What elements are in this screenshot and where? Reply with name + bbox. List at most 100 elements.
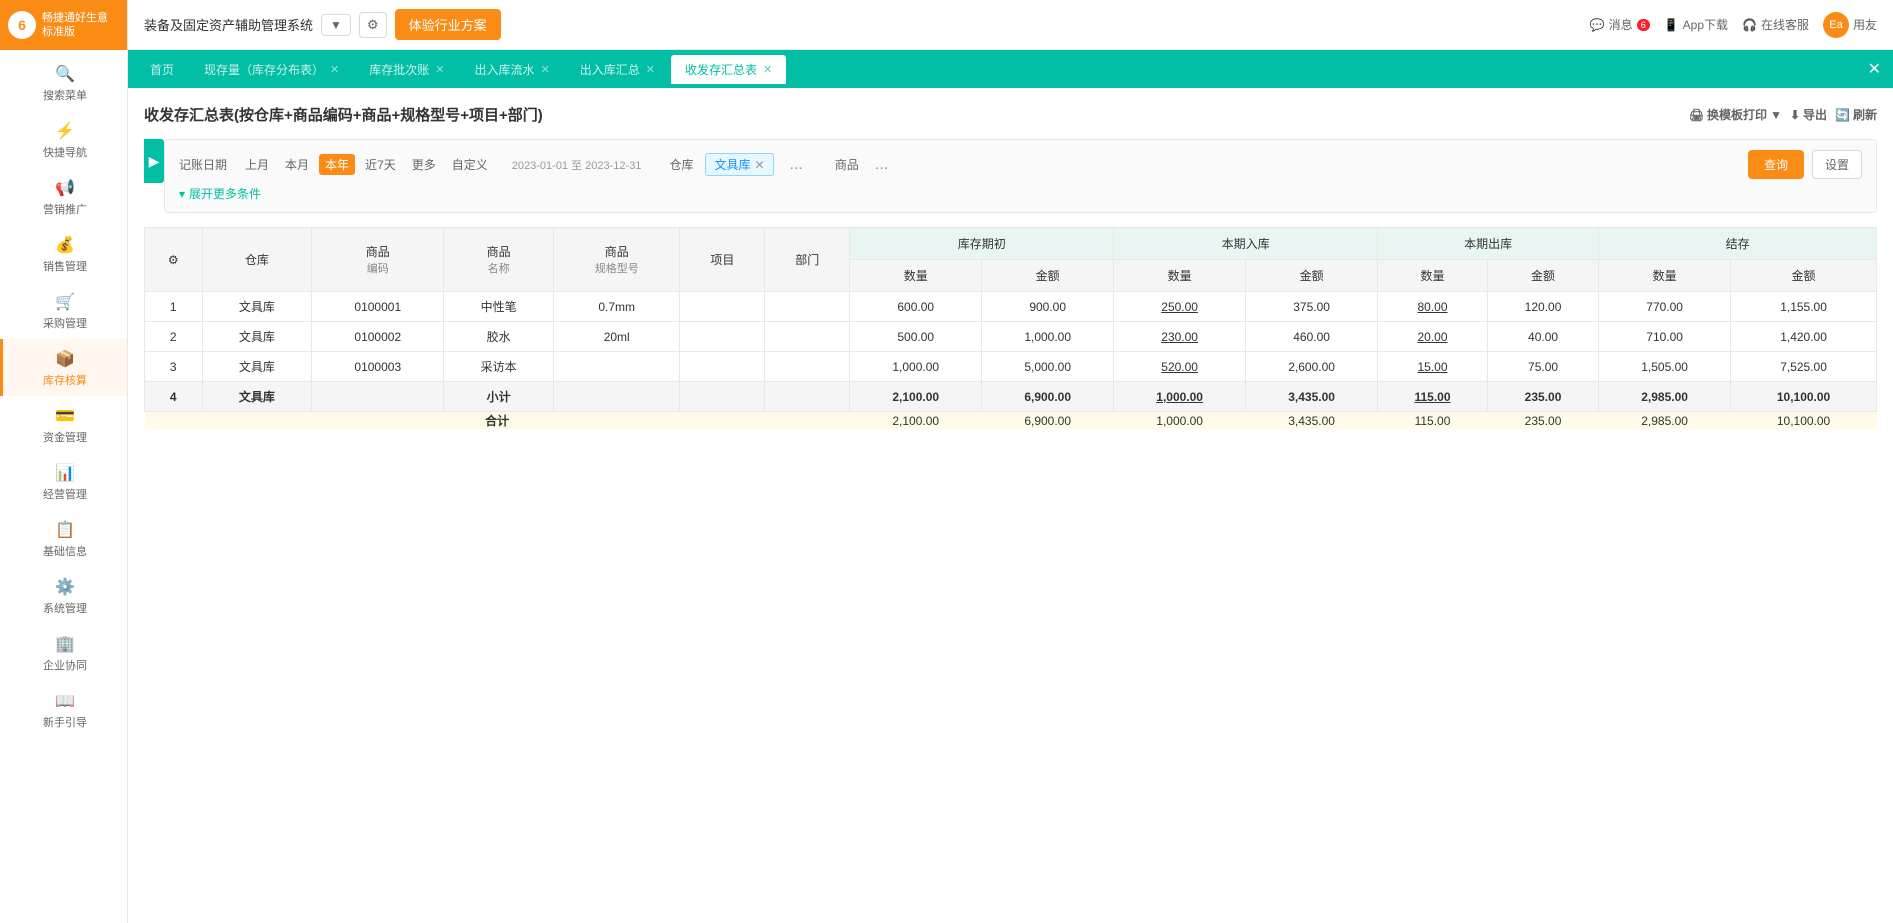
tab-close-icon[interactable]: ✕ [541, 63, 550, 76]
filter-expand-button[interactable]: ▶ [144, 139, 164, 183]
logo-icon: 6 [8, 11, 36, 39]
col-init-amt: 金额 [982, 260, 1114, 292]
tab-close-icon[interactable]: ✕ [330, 63, 339, 76]
cell-init-amt: 6,900.00 [982, 382, 1114, 412]
warehouse-filter-label: 仓库 [669, 156, 693, 173]
col-project: 项目 [680, 228, 765, 292]
footer-out-qty: 115.00 [1378, 412, 1488, 430]
data-table-wrapper: ⚙ 仓库 商品编码 商品名称 商品规格型号 项目 部门 库存期初 本期入库 本期… [144, 227, 1877, 429]
user-label: 用友 [1853, 16, 1877, 33]
warehouse-tag-text: 文具库 [714, 156, 750, 173]
cell-bal-amt: 1,420.00 [1731, 322, 1877, 352]
date-filter-label: 记账日期 [179, 156, 227, 173]
table-body: 1 文具库 0100001 中性笔 0.7mm 600.00 900.00 25… [145, 292, 1877, 412]
online-support-button[interactable]: 🎧 在线客服 [1742, 16, 1809, 33]
warehouse-more-button[interactable]: ... [786, 156, 807, 174]
cell-in-amt: 375.00 [1246, 292, 1378, 322]
sidebar-item-enterprise[interactable]: 🏢 企业协同 [0, 624, 127, 681]
warehouse-tag: 文具库 ✕ [705, 153, 773, 176]
cell-out-qty[interactable]: 15.00 [1378, 352, 1488, 382]
cell-out-amt: 120.00 [1487, 292, 1598, 322]
sidebar-item-label: 系统管理 [43, 600, 87, 616]
cell-out-qty[interactable]: 115.00 [1378, 382, 1488, 412]
expand-more-filters[interactable]: ▾ 展开更多条件 [179, 185, 1862, 202]
system-name: 装备及固定资产辅助管理系统 [144, 15, 313, 34]
search-icon: 🔍 [55, 64, 75, 84]
system-dropdown-button[interactable]: ▼ [321, 14, 351, 36]
footer-out-amt: 235.00 [1487, 412, 1598, 430]
filter-row: 记账日期 上月 本月 本年 近7天 更多 自定义 2023-01-01 至 20… [179, 150, 1862, 179]
goods-filter-label: 商品 [835, 156, 859, 173]
date-btn-this-month[interactable]: 本月 [279, 154, 315, 175]
sidebar-item-marketing[interactable]: 📢 营销推广 [0, 168, 127, 225]
sidebar-item-search[interactable]: 🔍 搜索菜单 [0, 54, 127, 111]
filter-action-buttons: 查询 设置 [1748, 150, 1862, 179]
date-btn-last-month[interactable]: 上月 [239, 154, 275, 175]
tab-bar-close-button[interactable]: ✕ [1864, 55, 1885, 83]
sidebar-item-label: 搜索菜单 [43, 87, 87, 103]
tab-home[interactable]: 首页 [136, 55, 188, 84]
avatar: Ea [1823, 12, 1849, 38]
print-button[interactable]: 🖨 换模板打印 ▼ [1689, 106, 1782, 123]
sales-icon: 💰 [55, 235, 75, 255]
sidebar-item-guide[interactable]: 📖 新手引导 [0, 681, 127, 738]
tab-inout-flow[interactable]: 出入库流水 ✕ [460, 55, 563, 84]
warehouse-tag-close-icon[interactable]: ✕ [754, 158, 764, 172]
sidebar-item-purchase[interactable]: 🛒 采购管理 [0, 282, 127, 339]
settings-gear-button[interactable]: ⚙ [359, 12, 387, 38]
tab-inventory-dist[interactable]: 现存量（库存分布表） ✕ [190, 55, 353, 84]
trial-button[interactable]: 体验行业方案 [395, 9, 501, 40]
cell-in-qty[interactable]: 520.00 [1114, 352, 1246, 382]
sidebar-item-basic[interactable]: 📋 基础信息 [0, 510, 127, 567]
cell-name: 胶水 [444, 322, 554, 352]
sidebar-item-inventory[interactable]: 📦 库存核算 [0, 339, 127, 396]
goods-more-button[interactable]: ... [871, 156, 892, 174]
date-btn-more[interactable]: 更多 [406, 154, 442, 175]
cell-code: 0100002 [312, 322, 444, 352]
query-button[interactable]: 查询 [1748, 150, 1804, 179]
cell-bal-qty: 770.00 [1599, 292, 1731, 322]
table-footer: 合计 2,100.00 6,900.00 1,000.00 3,435.00 1… [145, 412, 1877, 430]
tab-recv-summary[interactable]: 收发存汇总表 ✕ [671, 55, 786, 84]
tab-close-icon[interactable]: ✕ [646, 63, 655, 76]
main-content: 装备及固定资产辅助管理系统 ▼ ⚙ 体验行业方案 💬 消息 6 📱 App下载 … [128, 0, 1893, 923]
sidebar-item-system[interactable]: ⚙️ 系统管理 [0, 567, 127, 624]
tab-batch-ledger[interactable]: 库存批次账 ✕ [355, 55, 458, 84]
app-download-button[interactable]: 📱 App下载 [1664, 16, 1728, 33]
cell-in-qty[interactable]: 230.00 [1114, 322, 1246, 352]
date-btn-7days[interactable]: 近7天 [359, 154, 402, 175]
export-button[interactable]: ⬇ 导出 [1790, 106, 1827, 123]
filter-settings-button[interactable]: 设置 [1812, 150, 1862, 179]
col-in-qty: 数量 [1114, 260, 1246, 292]
cell-name: 小计 [444, 382, 554, 412]
expand-label: 展开更多条件 [189, 185, 261, 202]
cell-no: 3 [145, 352, 203, 382]
cell-bal-qty: 2,985.00 [1599, 382, 1731, 412]
col-settings[interactable]: ⚙ [145, 228, 203, 292]
refresh-button[interactable]: 🔄 刷新 [1835, 106, 1877, 123]
sidebar-item-quick-nav[interactable]: ⚡ 快捷导航 [0, 111, 127, 168]
headset-icon: 🎧 [1742, 18, 1757, 32]
cell-project [680, 382, 765, 412]
date-btn-this-year[interactable]: 本年 [319, 154, 355, 175]
footer-in-qty: 1,000.00 [1114, 412, 1246, 430]
logo-text: 畅捷通好生意 标准版 [42, 11, 108, 40]
cell-out-qty[interactable]: 20.00 [1378, 322, 1488, 352]
col-group-init: 库存期初 [850, 228, 1114, 260]
tab-inout-summary[interactable]: 出入库汇总 ✕ [566, 55, 669, 84]
cell-out-qty[interactable]: 80.00 [1378, 292, 1488, 322]
tab-close-icon[interactable]: ✕ [763, 63, 772, 76]
col-spec: 商品规格型号 [554, 228, 680, 292]
cell-in-qty[interactable]: 1,000.00 [1114, 382, 1246, 412]
tab-close-icon[interactable]: ✕ [435, 63, 444, 76]
sidebar-item-finance[interactable]: 💳 资金管理 [0, 396, 127, 453]
user-menu[interactable]: Ea 用友 [1823, 12, 1877, 38]
sidebar-item-label: 库存核算 [43, 372, 87, 388]
sidebar-item-sales[interactable]: 💰 销售管理 [0, 225, 127, 282]
tab-inventory-dist-label: 现存量（库存分布表） [204, 61, 324, 78]
date-btn-custom[interactable]: 自定义 [446, 154, 494, 175]
table-footer-row: 合计 2,100.00 6,900.00 1,000.00 3,435.00 1… [145, 412, 1877, 430]
message-button[interactable]: 💬 消息 6 [1590, 16, 1650, 33]
sidebar-item-business[interactable]: 📊 经营管理 [0, 453, 127, 510]
cell-in-qty[interactable]: 250.00 [1114, 292, 1246, 322]
